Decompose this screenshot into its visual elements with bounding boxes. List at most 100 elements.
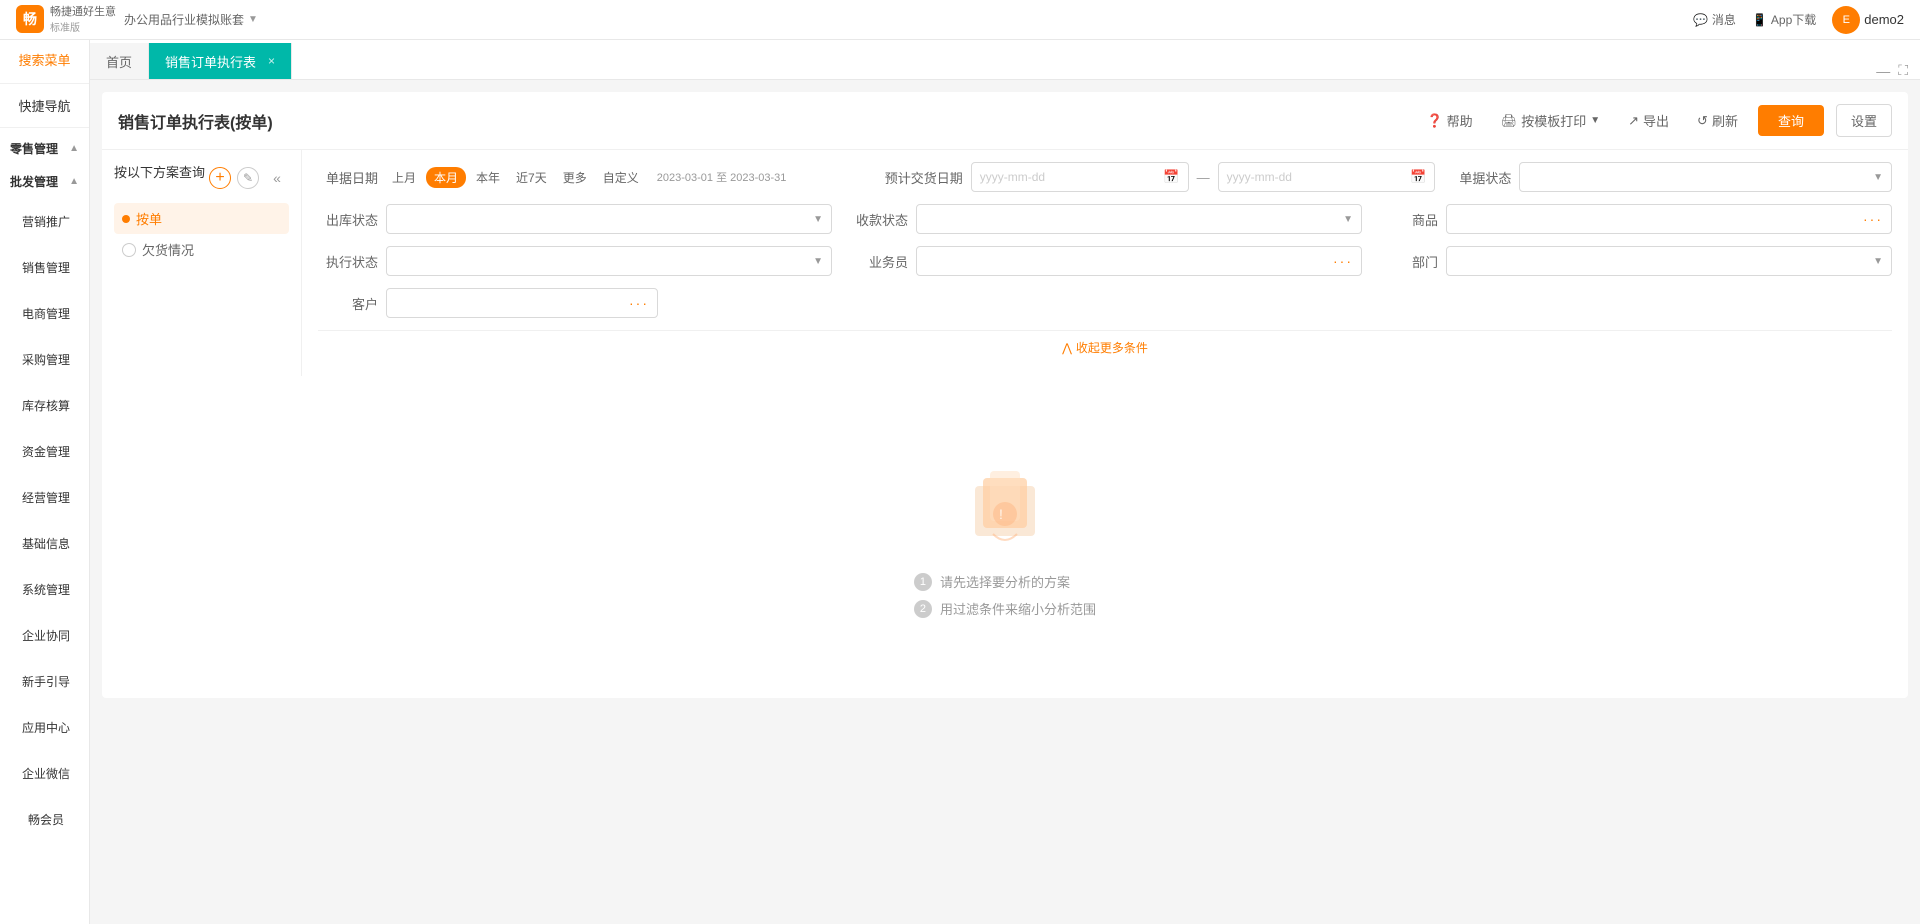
date-hint: 2023-03-01 至 2023-03-31 [657, 169, 787, 185]
salesman-select[interactable]: ··· [916, 246, 1362, 276]
date-tab-custom[interactable]: 自定义 [597, 167, 645, 188]
empty-state-icon: ! [955, 456, 1055, 556]
tip-num-2: 2 [914, 600, 932, 618]
tab-active-label: 销售订单执行表 [165, 52, 256, 71]
tip-text-1: 请先选择要分析的方案 [940, 572, 1070, 591]
expected-date-end-text: yyyy-mm-dd [1227, 170, 1292, 184]
help-label: 帮助 [1447, 111, 1473, 130]
customer-more-icon: ··· [629, 295, 649, 311]
sidebar-item-ecommerce[interactable]: 电商管理 [0, 290, 89, 336]
dept-select[interactable]: ▼ [1446, 246, 1892, 276]
filter-field-salesman: 业务员 ··· [848, 246, 1362, 276]
help-button[interactable]: ❓ 帮助 [1418, 107, 1480, 134]
refresh-button[interactable]: ↺ 刷新 [1689, 107, 1746, 134]
exec-status-select[interactable]: ▼ [386, 246, 832, 276]
top-bar-left: 畅 畅捷通好生意 标准版 办公用品行业模拟账套 ▼ [16, 5, 258, 34]
logo-text-area: 畅捷通好生意 标准版 [50, 5, 116, 34]
sidebar-quick-nav[interactable]: 快捷导航 [0, 88, 89, 123]
date-label: 单据日期 [318, 168, 378, 187]
sidebar-search-menu[interactable]: 搜索菜单 [0, 40, 89, 79]
sidebar-item-appcenter[interactable]: 应用中心 [0, 704, 89, 750]
nav-dropdown-icon: ▼ [248, 14, 258, 25]
tab-close-icon[interactable]: × [268, 54, 275, 68]
sidebar-item-inventory[interactable]: 库存核算 [0, 382, 89, 428]
logo-title: 畅捷通好生意 [50, 5, 116, 19]
tip-num-1: 1 [914, 573, 932, 591]
date-tabs: 上月 本月 本年 近7天 更多 自定义 [386, 167, 645, 188]
date-tab-more[interactable]: 更多 [557, 167, 593, 188]
content-area: 首页 销售订单执行表 × — ⛶ 销售订单执行表(按单) ❓ [90, 40, 1920, 924]
message-icon: 💬 [1693, 13, 1708, 27]
tab-minimize-icon[interactable]: — [1876, 63, 1890, 79]
sidebar-item-member[interactable]: 畅会员 [0, 796, 89, 842]
date-tab-7days[interactable]: 近7天 [510, 167, 553, 188]
expected-date-start[interactable]: yyyy-mm-dd 📅 [971, 162, 1189, 192]
sidebar-item-sales[interactable]: 销售管理 [0, 244, 89, 290]
sidebar-item-purchase[interactable]: 采购管理 [0, 336, 89, 382]
print-button[interactable]: 🖨 按模板打印 ▼ [1493, 107, 1608, 134]
tip-text-2: 用过滤条件来缩小分析范围 [940, 599, 1096, 618]
print-dropdown-icon: ▼ [1590, 115, 1600, 126]
date-tab-this-year[interactable]: 本年 [470, 167, 506, 188]
collapse-more-btn[interactable]: ⋀ 收起更多条件 [318, 330, 1892, 364]
retail-expand-icon: ▲ [69, 143, 79, 154]
sidebar-item-wechat[interactable]: 企业微信 [0, 750, 89, 796]
filter-nav-dot [122, 215, 130, 223]
payment-status-select[interactable]: ▼ [916, 204, 1362, 234]
sidebar-item-newuser[interactable]: 新手引导 [0, 658, 89, 704]
exec-status-arrow: ▼ [813, 256, 823, 267]
empty-state-tip-2: 2 用过滤条件来缩小分析范围 [914, 599, 1096, 618]
tab-expand-icon[interactable]: ⛶ [1898, 62, 1908, 79]
sidebar-item-marketing[interactable]: 营销推广 [0, 198, 89, 244]
date-separator: — [1197, 170, 1210, 185]
app-download-icon: 📱 [1752, 13, 1767, 27]
filter-add-button[interactable]: + [209, 167, 231, 189]
date-tab-this-month[interactable]: 本月 [426, 167, 466, 188]
expected-date-label: 预计交货日期 [885, 168, 963, 187]
setting-button[interactable]: 设置 [1836, 104, 1892, 137]
filter-field-expected-date: 预计交货日期 yyyy-mm-dd 📅 — yyyy-mm-dd 📅 [885, 162, 1436, 192]
filter-edit-button[interactable]: ✎ [237, 167, 259, 189]
sidebar-item-operations[interactable]: 经营管理 [0, 474, 89, 520]
filter-nav-item-shortage[interactable]: 欠货情况 [114, 234, 289, 265]
filter-side-title: 按以下方案查询 [114, 162, 205, 181]
nav-path-text: 办公用品行业模拟账套 [124, 11, 244, 28]
tab-home[interactable]: 首页 [90, 43, 149, 79]
sidebar-item-enterprise[interactable]: 企业协同 [0, 612, 89, 658]
message-button[interactable]: 💬 消息 [1693, 11, 1736, 28]
app-download-button[interactable]: 📱 App下载 [1752, 11, 1816, 28]
tab-active[interactable]: 销售订单执行表 × [149, 43, 292, 79]
top-bar-right: 💬 消息 📱 App下载 E demo2 [1693, 6, 1904, 34]
goods-label: 商品 [1378, 210, 1438, 229]
sidebar-item-finance[interactable]: 资金管理 [0, 428, 89, 474]
doc-status-select[interactable]: ▼ [1519, 162, 1892, 192]
empty-state: ! 1 请先选择要分析的方案 2 用过滤条件来缩小分析范围 [102, 376, 1908, 698]
sidebar-divider-2 [0, 127, 89, 128]
warehouse-status-select[interactable]: ▼ [386, 204, 832, 234]
sidebar-item-system[interactable]: 系统管理 [0, 566, 89, 612]
goods-select[interactable]: ··· [1446, 204, 1892, 234]
member-label: 畅会员 [28, 811, 64, 828]
svg-text:!: ! [999, 506, 1003, 522]
payment-status-arrow: ▼ [1343, 214, 1353, 225]
filter-nav-item-single[interactable]: 按单 [114, 203, 289, 234]
export-button[interactable]: ↗ 导出 [1620, 107, 1677, 134]
filter-collapse-button[interactable]: « [265, 166, 289, 190]
query-button[interactable]: 查询 [1758, 105, 1824, 136]
nav-path[interactable]: 办公用品行业模拟账套 ▼ [124, 11, 258, 28]
doc-status-label: 单据状态 [1451, 168, 1511, 187]
sidebar-item-wholesale[interactable]: 批发管理 ▲ [0, 165, 89, 198]
sales-label: 销售管理 [22, 259, 70, 276]
warehouse-status-label: 出库状态 [318, 210, 378, 229]
date-tab-last-month[interactable]: 上月 [386, 167, 422, 188]
sidebar-item-basic[interactable]: 基础信息 [0, 520, 89, 566]
expected-date-end[interactable]: yyyy-mm-dd 📅 [1218, 162, 1436, 192]
filter-row-4: 客户 ··· [318, 288, 1892, 318]
user-area[interactable]: E demo2 [1832, 6, 1904, 34]
filter-field-payment-status: 收款状态 ▼ [848, 204, 1362, 234]
dept-arrow: ▼ [1873, 256, 1883, 267]
customer-select[interactable]: ··· [386, 288, 658, 318]
page-title: 销售订单执行表(按单) [118, 109, 273, 133]
sidebar-item-retail[interactable]: 零售管理 ▲ [0, 132, 89, 165]
filter-nav-single-label: 按单 [136, 209, 162, 228]
